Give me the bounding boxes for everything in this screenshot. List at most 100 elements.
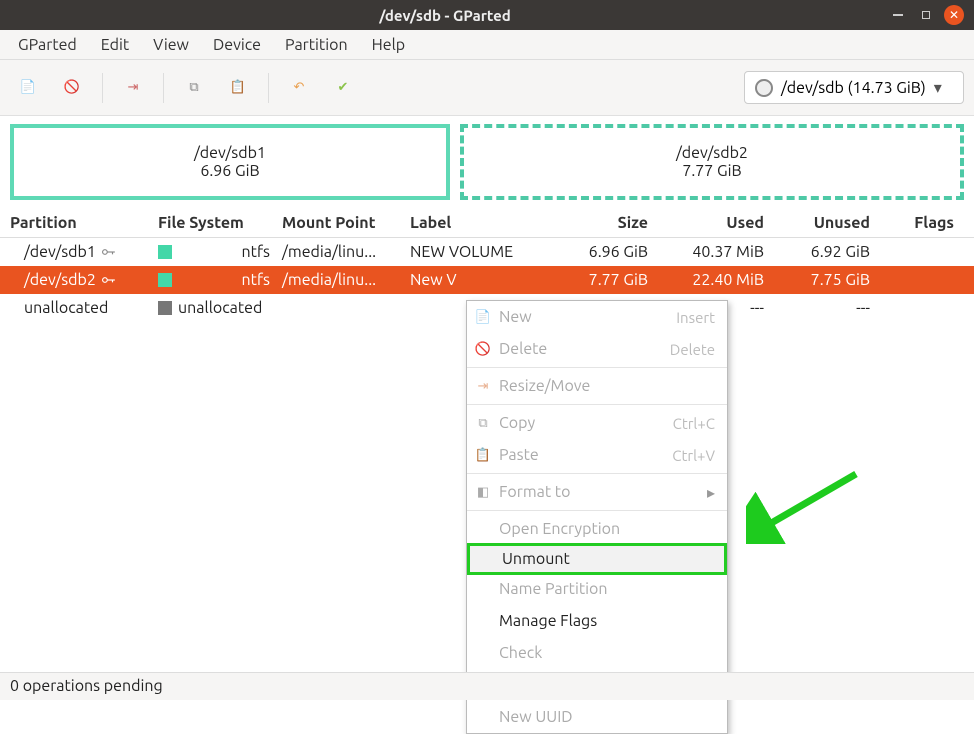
col-label[interactable]: Label bbox=[404, 208, 554, 237]
menu-item-format[interactable]: ◧Format to bbox=[467, 476, 727, 508]
table-header: Partition File System Mount Point Label … bbox=[0, 208, 974, 238]
copy-icon: ⧉ bbox=[475, 415, 491, 431]
resize-icon: ⇥ bbox=[125, 80, 141, 96]
menubar: GParted Edit View Device Partition Help bbox=[0, 30, 974, 60]
cell-flags bbox=[876, 238, 974, 266]
col-mountpoint[interactable]: Mount Point bbox=[276, 208, 404, 237]
menu-help[interactable]: Help bbox=[362, 32, 416, 58]
menu-item-copy[interactable]: ⧉CopyCtrl+C bbox=[467, 407, 727, 439]
status-text: 0 operations pending bbox=[10, 677, 163, 695]
toolbar-separator bbox=[163, 73, 164, 103]
viz-block-size: 6.96 GiB bbox=[200, 162, 259, 180]
toolbar-separator bbox=[268, 73, 269, 103]
status-bar: 0 operations pending bbox=[0, 672, 974, 700]
document-new-icon: 📄 bbox=[475, 309, 491, 325]
paste-button[interactable]: 📋 bbox=[220, 70, 256, 106]
menu-separator bbox=[467, 510, 727, 511]
context-menu: 📄NewInsert 🚫DeleteDelete ⇥Resize/Move ⧉C… bbox=[466, 300, 728, 734]
new-partition-button[interactable]: 📄 bbox=[10, 70, 46, 106]
apply-button[interactable]: ✔ bbox=[325, 70, 361, 106]
cell-mountpoint: /media/linu... bbox=[276, 238, 404, 266]
menu-item-new-uuid[interactable]: New UUID bbox=[467, 701, 727, 733]
col-filesystem[interactable]: File System bbox=[152, 208, 276, 237]
menu-gparted[interactable]: GParted bbox=[8, 32, 87, 58]
cell-flags bbox=[876, 266, 974, 294]
viz-block-name: /dev/sdb2 bbox=[676, 144, 748, 162]
col-partition[interactable]: Partition bbox=[0, 208, 152, 237]
paste-icon: 📋 bbox=[230, 80, 246, 96]
toolbar: 📄 🚫 ⇥ ⧉ 📋 ↶ ✔ /dev/sdb (14.73 GiB) bbox=[0, 60, 974, 116]
table-row[interactable]: /dev/sdb1 ntfs /media/linu... NEW VOLUME… bbox=[0, 238, 974, 266]
paste-icon: 📋 bbox=[475, 447, 491, 463]
col-size[interactable]: Size bbox=[554, 208, 654, 237]
menu-item-name-partition[interactable]: Name Partition bbox=[467, 573, 727, 605]
cell-fs: unallocated bbox=[178, 299, 262, 317]
copy-button[interactable]: ⧉ bbox=[176, 70, 212, 106]
cell-mountpoint bbox=[276, 294, 404, 322]
format-icon: ◧ bbox=[475, 484, 491, 500]
viz-block-sdb1[interactable]: /dev/sdb1 6.96 GiB bbox=[10, 124, 450, 200]
minimize-button[interactable] bbox=[888, 5, 908, 25]
chevron-down-icon bbox=[934, 78, 942, 97]
titlebar: /dev/sdb - GParted ✕ bbox=[0, 0, 974, 30]
col-unused[interactable]: Unused bbox=[770, 208, 876, 237]
cell-label: NEW VOLUME bbox=[404, 238, 554, 266]
cell-unused: 7.75 GiB bbox=[770, 266, 876, 294]
cell-unused: 6.92 GiB bbox=[770, 238, 876, 266]
fs-swatch-icon bbox=[158, 301, 172, 315]
cell-used: 22.40 MiB bbox=[654, 266, 770, 294]
cell-unused: --- bbox=[770, 294, 876, 322]
viz-block-sdb2[interactable]: /dev/sdb2 7.77 GiB bbox=[460, 124, 964, 200]
document-new-icon: 📄 bbox=[20, 80, 36, 96]
menu-item-check[interactable]: Check bbox=[467, 637, 727, 669]
copy-icon: ⧉ bbox=[186, 80, 202, 96]
disk-icon bbox=[755, 79, 773, 97]
device-selector[interactable]: /dev/sdb (14.73 GiB) bbox=[744, 71, 964, 104]
resize-icon: ⇥ bbox=[475, 378, 491, 394]
cell-partition: /dev/sdb2 bbox=[24, 271, 96, 289]
cell-partition: /dev/sdb1 bbox=[24, 243, 96, 261]
viz-block-name: /dev/sdb1 bbox=[194, 144, 266, 162]
key-icon bbox=[102, 275, 116, 285]
undo-icon: ↶ bbox=[291, 80, 307, 96]
chevron-right-icon bbox=[707, 483, 715, 502]
menu-item-unmount[interactable]: Unmount bbox=[467, 543, 727, 575]
undo-button[interactable]: ↶ bbox=[281, 70, 317, 106]
menu-item-open-encryption[interactable]: Open Encryption bbox=[467, 513, 727, 545]
menu-item-new[interactable]: 📄NewInsert bbox=[467, 301, 727, 333]
menu-partition[interactable]: Partition bbox=[275, 32, 358, 58]
device-selector-label: /dev/sdb (14.73 GiB) bbox=[781, 79, 926, 97]
menu-view[interactable]: View bbox=[143, 32, 199, 58]
fs-swatch-icon bbox=[158, 273, 172, 287]
cell-label: New V bbox=[404, 266, 554, 294]
cell-mountpoint: /media/linu... bbox=[276, 266, 404, 294]
cell-fs: ntfs bbox=[178, 243, 270, 261]
resize-move-button[interactable]: ⇥ bbox=[115, 70, 151, 106]
menu-edit[interactable]: Edit bbox=[91, 32, 139, 58]
menu-device[interactable]: Device bbox=[203, 32, 271, 58]
delete-partition-button[interactable]: 🚫 bbox=[54, 70, 90, 106]
menu-item-manage-flags[interactable]: Manage Flags bbox=[467, 605, 727, 637]
cell-used: 40.37 MiB bbox=[654, 238, 770, 266]
table-row[interactable]: /dev/sdb2 ntfs /media/linu... New V 7.77… bbox=[0, 266, 974, 294]
cell-fs: ntfs bbox=[178, 271, 270, 289]
menu-item-delete[interactable]: 🚫DeleteDelete bbox=[467, 333, 727, 365]
viz-block-size: 7.77 GiB bbox=[682, 162, 741, 180]
apply-icon: ✔ bbox=[335, 80, 351, 96]
cell-flags bbox=[876, 294, 974, 322]
delete-icon: 🚫 bbox=[64, 80, 80, 96]
cell-partition: unallocated bbox=[24, 299, 108, 317]
close-button[interactable]: ✕ bbox=[944, 5, 964, 25]
col-used[interactable]: Used bbox=[654, 208, 770, 237]
col-flags[interactable]: Flags bbox=[876, 208, 974, 237]
partition-visualization: /dev/sdb1 6.96 GiB /dev/sdb2 7.77 GiB bbox=[0, 116, 974, 208]
fs-swatch-icon bbox=[158, 245, 172, 259]
menu-separator bbox=[467, 473, 727, 474]
key-icon bbox=[102, 247, 116, 257]
annotation-arrow bbox=[746, 464, 866, 544]
maximize-button[interactable] bbox=[916, 5, 936, 25]
menu-separator bbox=[467, 367, 727, 368]
menu-item-paste[interactable]: 📋PasteCtrl+V bbox=[467, 439, 727, 471]
delete-icon: 🚫 bbox=[475, 341, 491, 357]
menu-item-resize[interactable]: ⇥Resize/Move bbox=[467, 370, 727, 402]
